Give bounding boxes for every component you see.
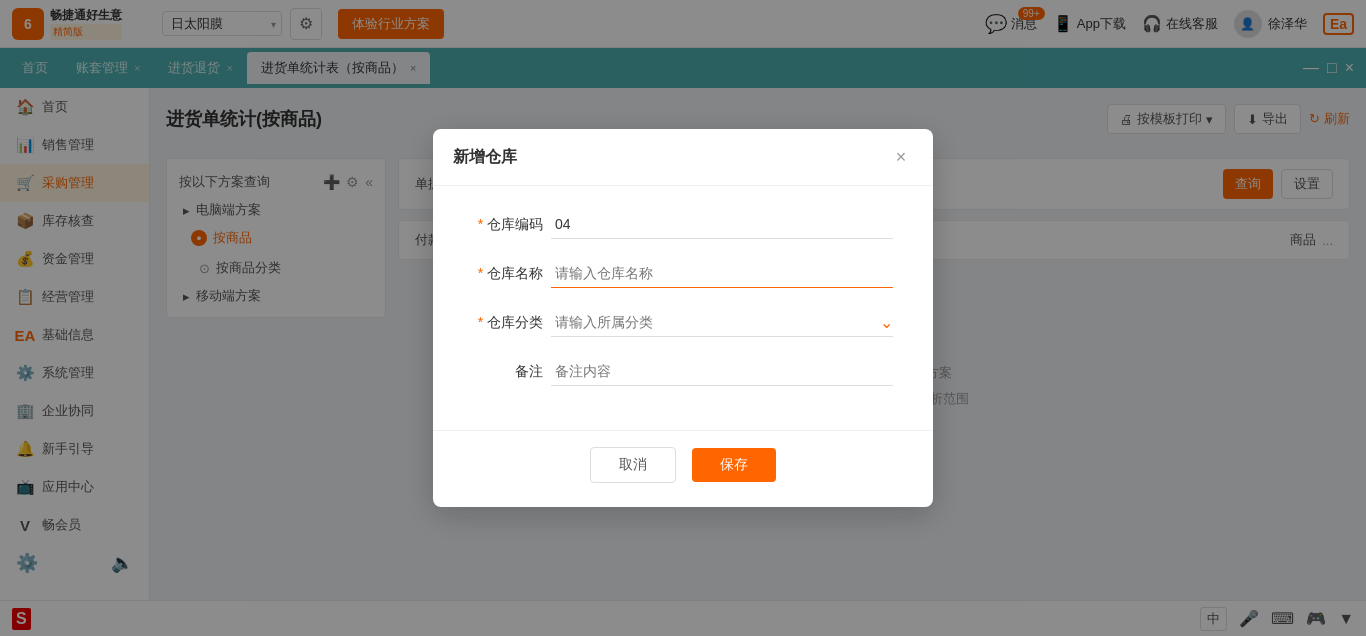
save-button[interactable]: 保存 (692, 448, 776, 482)
warehouse-name-label: 仓库名称 (473, 265, 543, 283)
form-row-name: 仓库名称 (473, 259, 893, 288)
form-row-remark: 备注 (473, 357, 893, 386)
warehouse-remark-label: 备注 (473, 363, 543, 381)
modal-add-warehouse: 新增仓库 × 仓库编码 仓库名称 仓库分类 ⌄ (433, 129, 933, 507)
form-row-code: 仓库编码 (473, 210, 893, 239)
warehouse-code-label: 仓库编码 (473, 216, 543, 234)
modal-overlay[interactable]: 新增仓库 × 仓库编码 仓库名称 仓库分类 ⌄ (0, 0, 1366, 636)
warehouse-remark-input[interactable] (551, 357, 893, 386)
cancel-button[interactable]: 取消 (590, 447, 676, 483)
warehouse-category-input[interactable] (551, 308, 880, 336)
modal-close-button[interactable]: × (889, 145, 913, 169)
form-row-category: 仓库分类 ⌄ (473, 308, 893, 337)
warehouse-name-input[interactable] (551, 259, 893, 288)
modal-header: 新增仓库 × (433, 129, 933, 186)
modal-body: 仓库编码 仓库名称 仓库分类 ⌄ 备注 (433, 186, 933, 430)
warehouse-category-label: 仓库分类 (473, 314, 543, 332)
warehouse-code-input[interactable] (551, 210, 893, 239)
modal-footer: 取消 保存 (433, 430, 933, 507)
modal-title: 新增仓库 (453, 147, 517, 168)
category-dropdown-icon[interactable]: ⌄ (880, 313, 893, 332)
warehouse-category-select-wrap[interactable]: ⌄ (551, 308, 893, 337)
